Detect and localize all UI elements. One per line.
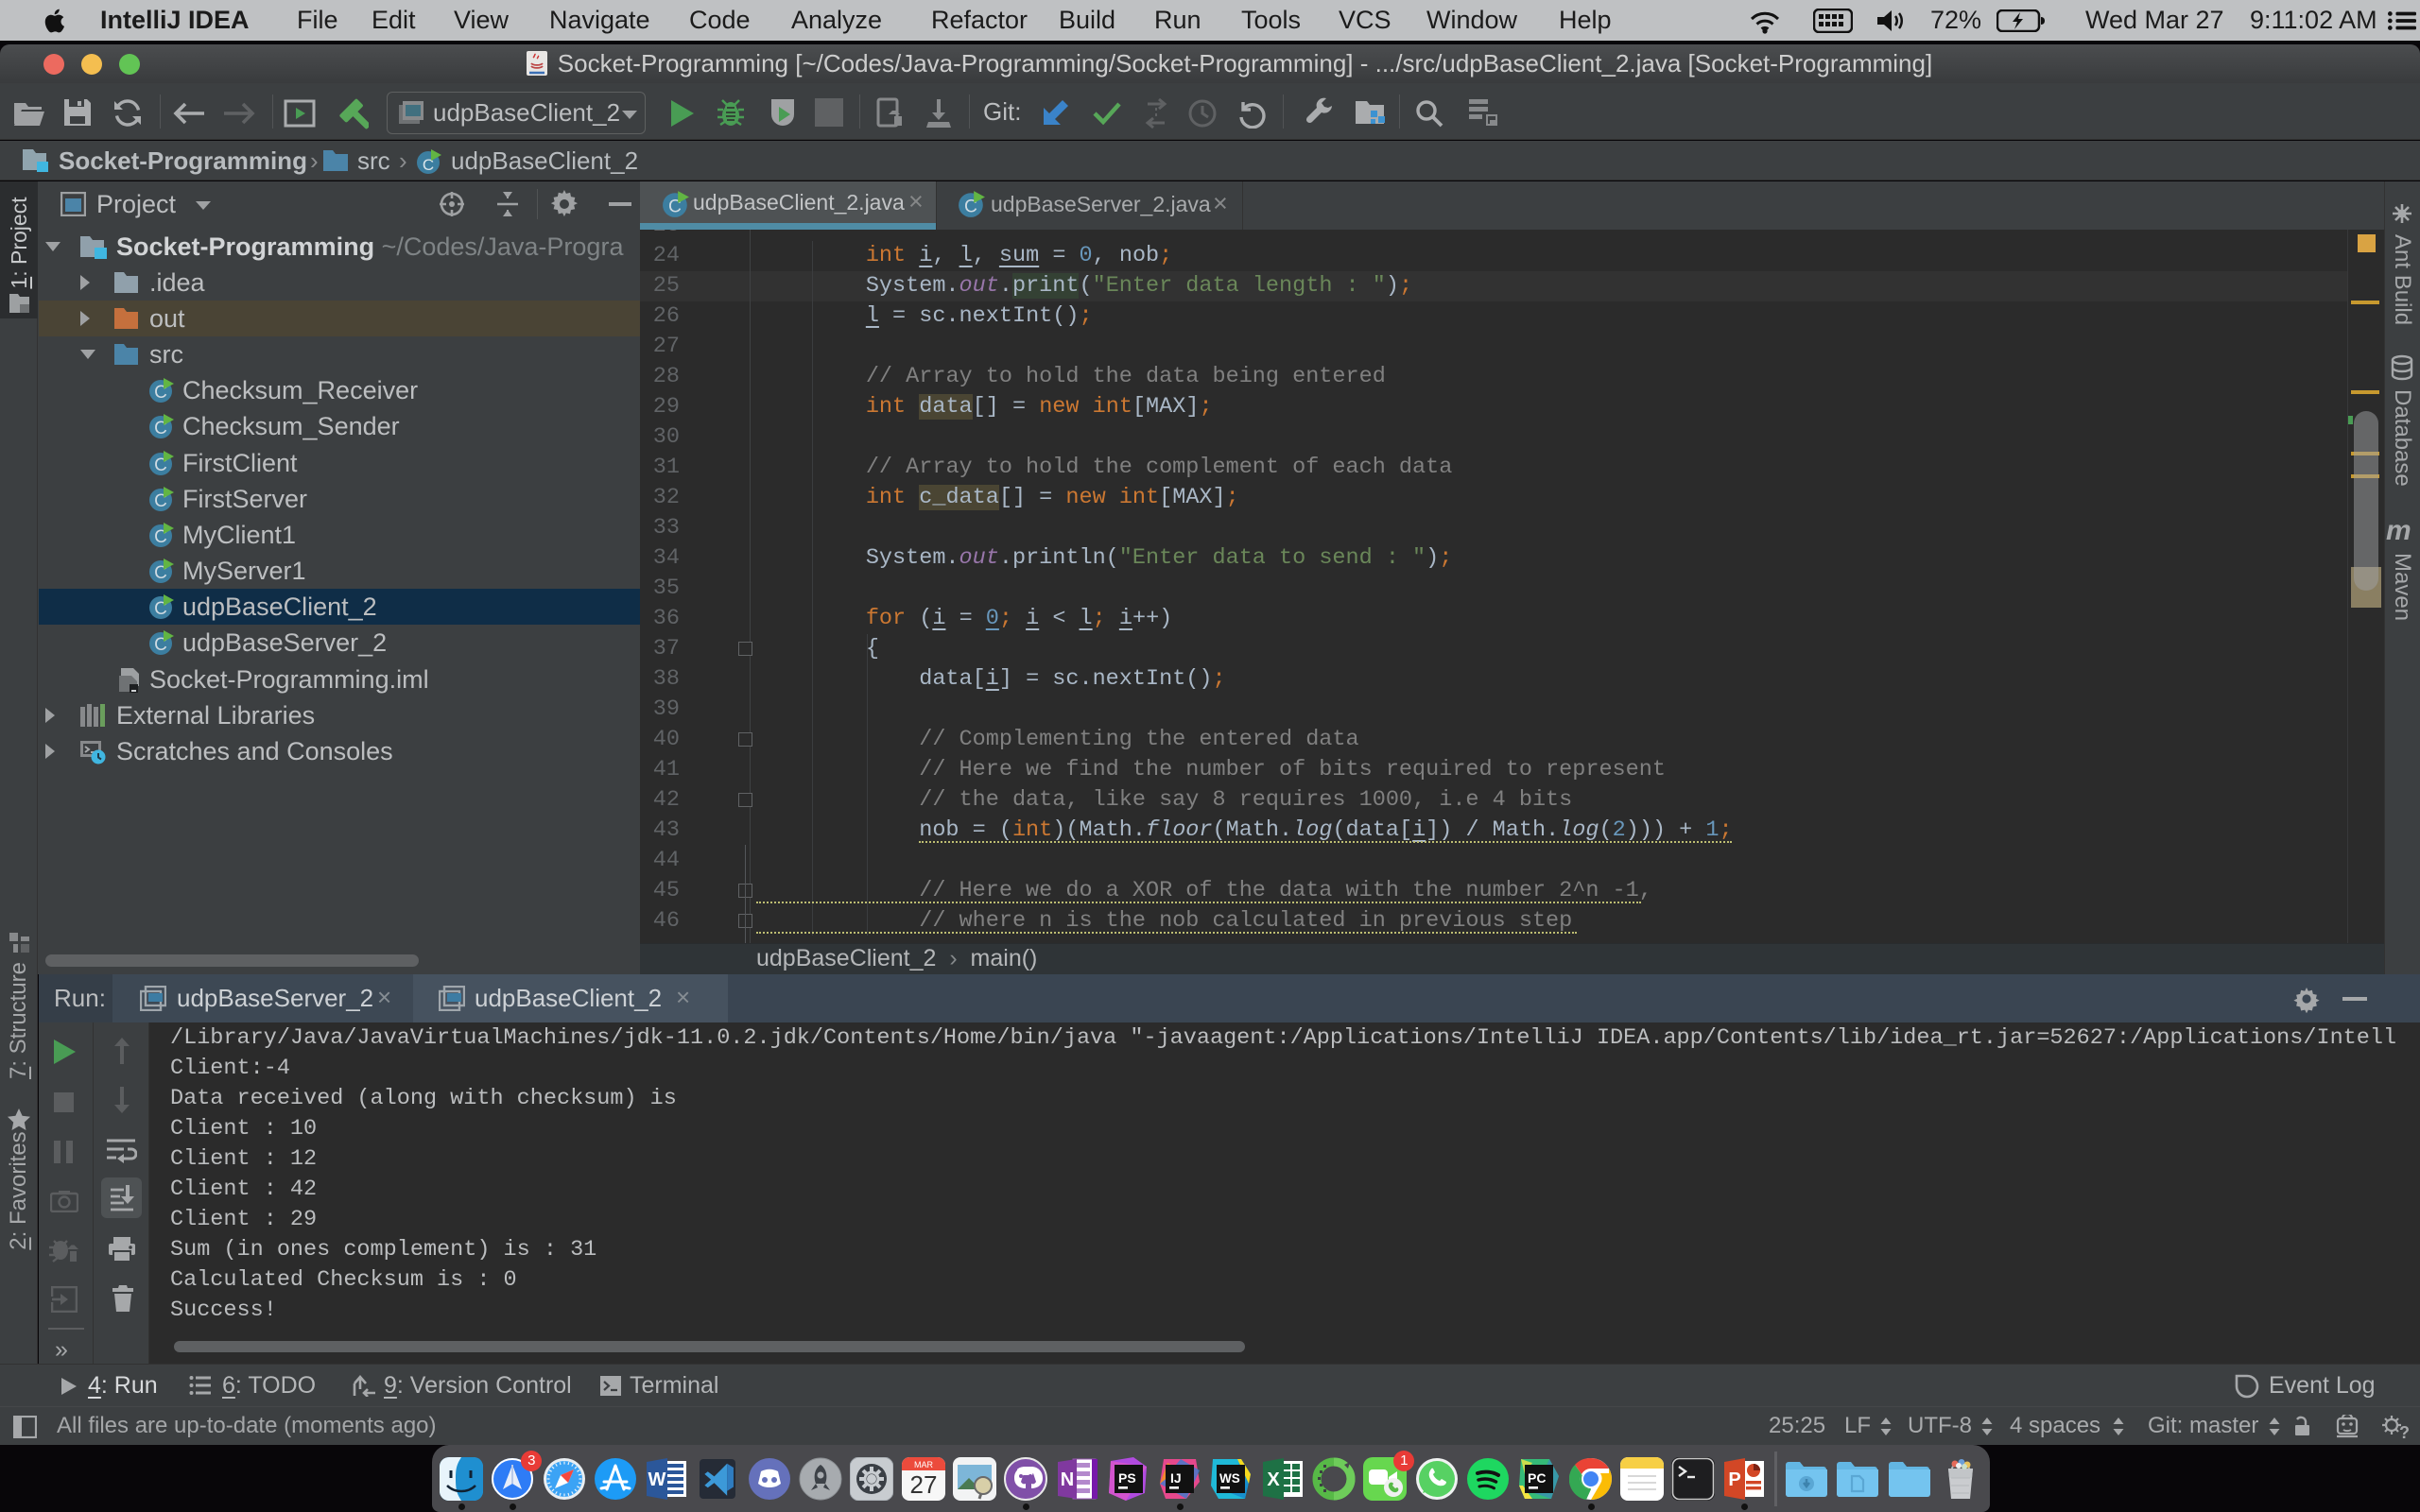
svg-text:27: 27 bbox=[909, 1470, 937, 1499]
svg-text:P: P bbox=[1729, 1469, 1741, 1490]
svg-text:IJ: IJ bbox=[1170, 1470, 1182, 1486]
svg-text:W: W bbox=[648, 1469, 666, 1490]
svg-text:MAR: MAR bbox=[914, 1460, 934, 1469]
svg-text:PC: PC bbox=[1528, 1470, 1546, 1486]
svg-text:WS: WS bbox=[1219, 1471, 1240, 1486]
svg-text:PS: PS bbox=[1118, 1470, 1136, 1486]
svg-text:N: N bbox=[1060, 1469, 1073, 1490]
svg-text:?: ? bbox=[2399, 1423, 2409, 1440]
svg-text:X: X bbox=[1267, 1469, 1280, 1490]
